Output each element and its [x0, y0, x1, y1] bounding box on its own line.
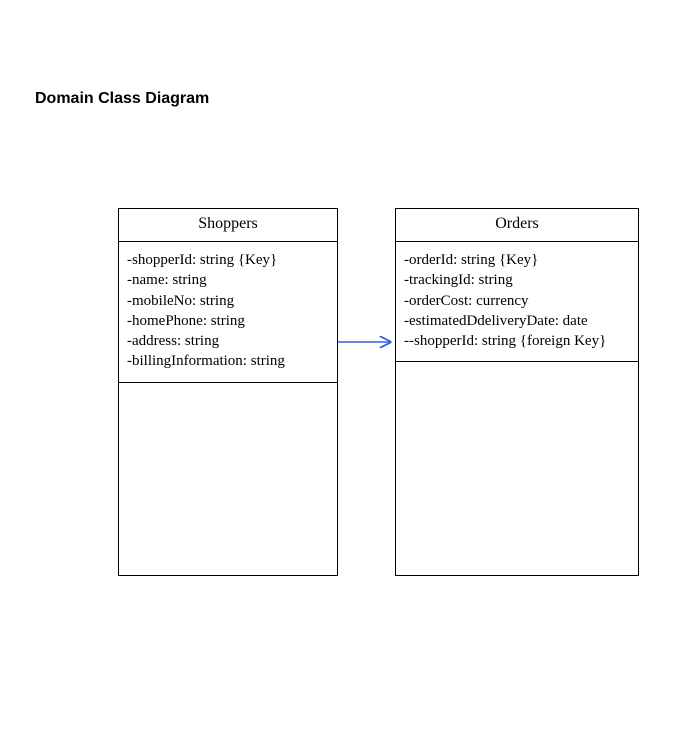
association-arrow-icon — [338, 332, 395, 352]
attr-line: -estimatedDdeliveryDate: date — [404, 311, 630, 331]
attr-line: --shopperId: string {foreign Key} — [404, 331, 630, 351]
class-header-orders: Orders — [396, 209, 638, 242]
class-header-shoppers: Shoppers — [119, 209, 337, 242]
class-attributes-shoppers: -shopperId: string {Key} -name: string -… — [119, 242, 337, 383]
attr-line: -mobileNo: string — [127, 291, 329, 311]
attr-line: -orderCost: currency — [404, 291, 630, 311]
attr-line: -homePhone: string — [127, 311, 329, 331]
attr-line: -name: string — [127, 270, 329, 290]
class-methods-orders — [396, 362, 638, 575]
attr-line: -address: string — [127, 331, 329, 351]
attr-line: -billingInformation: string — [127, 351, 329, 371]
class-box-orders: Orders -orderId: string {Key} -trackingI… — [395, 208, 639, 576]
attr-line: -shopperId: string {Key} — [127, 250, 329, 270]
class-attributes-orders: -orderId: string {Key} -trackingId: stri… — [396, 242, 638, 362]
attr-line: -trackingId: string — [404, 270, 630, 290]
diagram-title: Domain Class Diagram — [35, 90, 209, 108]
class-methods-shoppers — [119, 383, 337, 576]
class-box-shoppers: Shoppers -shopperId: string {Key} -name:… — [118, 208, 338, 576]
attr-line: -orderId: string {Key} — [404, 250, 630, 270]
